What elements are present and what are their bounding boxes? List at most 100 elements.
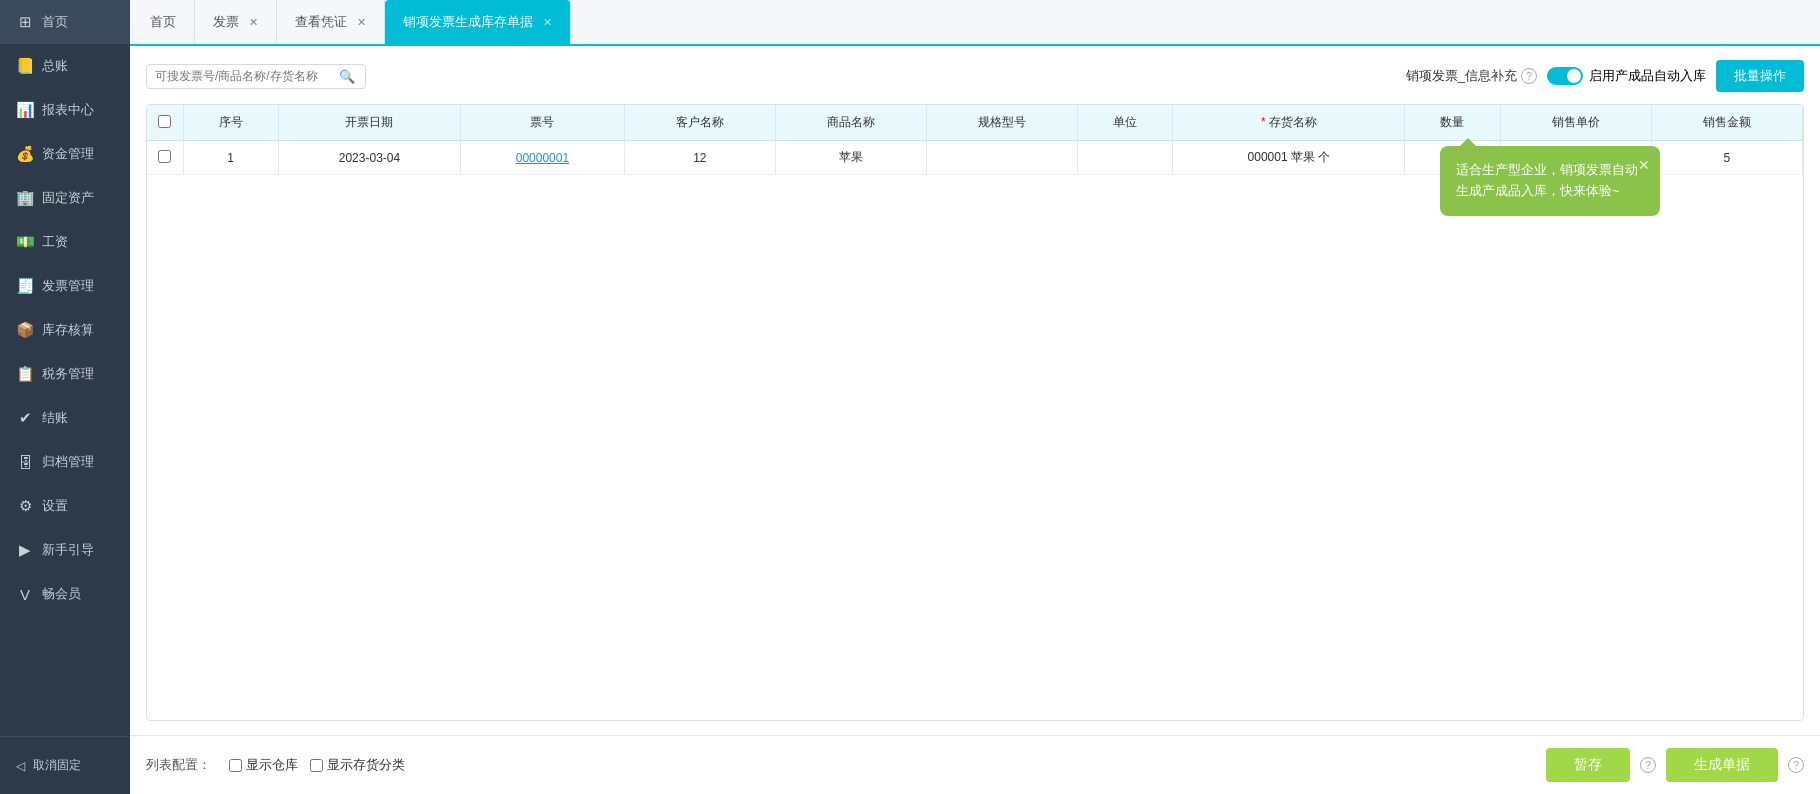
sidebar: ⊞ 首页 📒 总账 📊 报表中心 💰 资金管理 🏢 固定资产 💵 工资 🧾 发票… — [0, 0, 130, 794]
settlement-icon: ✔ — [16, 409, 34, 427]
tab-voucher[interactable]: 查看凭证 ✕ — [277, 0, 385, 44]
payroll-icon: 💵 — [16, 233, 34, 251]
tax-icon: 📋 — [16, 365, 34, 383]
sidebar-item-label: 发票管理 — [42, 277, 94, 295]
sidebar-item-vip[interactable]: V 畅会员 — [0, 572, 130, 616]
list-config: 列表配置： 显示仓库 显示存货分类 — [146, 756, 405, 774]
sidebar-item-settings[interactable]: ⚙ 设置 — [0, 484, 130, 528]
show-warehouse-label[interactable]: 显示仓库 — [229, 756, 298, 774]
save-button[interactable]: 暂存 — [1546, 748, 1630, 782]
unpin-button[interactable]: ◁ 取消固定 — [0, 747, 130, 784]
save-info-icon[interactable]: ? — [1640, 757, 1656, 773]
show-category-checkbox[interactable] — [310, 759, 323, 772]
batch-button[interactable]: 批量操作 — [1716, 60, 1804, 92]
show-warehouse-text: 显示仓库 — [246, 756, 298, 774]
tab-invoice-close[interactable]: ✕ — [249, 16, 258, 29]
settings-icon: ⚙ — [16, 497, 34, 515]
col-checkbox — [147, 105, 183, 141]
sidebar-item-inventory[interactable]: 📦 库存核算 — [0, 308, 130, 352]
sidebar-item-label: 工资 — [42, 233, 68, 251]
sidebar-item-report[interactable]: 📊 报表中心 — [0, 88, 130, 132]
sidebar-item-home[interactable]: ⊞ 首页 — [0, 0, 130, 44]
info-label: 销项发票_信息补充 ? — [1406, 67, 1537, 85]
toolbar-left: 🔍 — [146, 64, 366, 89]
cell-number[interactable]: 00000001 — [461, 141, 625, 175]
tooltip-text: 适合生产型企业，销项发票自动生成产成品入库，快来体验~ — [1456, 162, 1638, 198]
info-icon[interactable]: ? — [1521, 68, 1537, 84]
auto-warehouse-toggle[interactable] — [1547, 67, 1583, 85]
tab-bar: 首页 发票 ✕ 查看凭证 ✕ 销项发票生成库存单据 ✕ — [130, 0, 1820, 46]
show-category-text: 显示存货分类 — [327, 756, 405, 774]
tab-invoice-label: 发票 — [213, 13, 239, 31]
tooltip-close-button[interactable]: ✕ — [1638, 154, 1650, 176]
show-category-label[interactable]: 显示存货分类 — [310, 756, 405, 774]
sidebar-item-label: 设置 — [42, 497, 68, 515]
sidebar-item-payroll[interactable]: 💵 工资 — [0, 220, 130, 264]
info-label-text: 销项发票_信息补充 — [1406, 67, 1517, 85]
invoice-icon: 🧾 — [16, 277, 34, 295]
cell-amount: 5 — [1651, 141, 1802, 175]
main-area: 首页 发票 ✕ 查看凭证 ✕ 销项发票生成库存单据 ✕ 🔍 — [130, 0, 1820, 794]
sidebar-item-label: 归档管理 — [42, 453, 94, 471]
toggle-label: 启用产成品自动入库 — [1589, 67, 1706, 85]
cell-date: 2023-03-04 — [278, 141, 460, 175]
report-icon: 📊 — [16, 101, 34, 119]
sidebar-item-invoice-mgr[interactable]: 🧾 发票管理 — [0, 264, 130, 308]
tab-voucher-label: 查看凭证 — [295, 13, 347, 31]
sidebar-item-label: 新手引导 — [42, 541, 94, 559]
sidebar-item-funds[interactable]: 💰 资金管理 — [0, 132, 130, 176]
col-date: 开票日期 — [278, 105, 460, 141]
select-all-checkbox[interactable] — [158, 115, 171, 128]
unpin-label: 取消固定 — [33, 757, 81, 774]
sidebar-bottom: ◁ 取消固定 — [0, 736, 130, 794]
sidebar-item-label: 税务管理 — [42, 365, 94, 383]
sidebar-item-guide[interactable]: ▶ 新手引导 — [0, 528, 130, 572]
cell-unit — [1078, 141, 1173, 175]
cell-customer: 12 — [624, 141, 775, 175]
tab-return-invoice-label: 销项发票生成库存单据 — [403, 13, 533, 31]
col-qty: 数量 — [1405, 105, 1500, 141]
home-icon: ⊞ — [16, 13, 34, 31]
row-checkbox-cell[interactable] — [147, 141, 183, 175]
tab-return-invoice[interactable]: 销项发票生成库存单据 ✕ — [385, 0, 571, 44]
funds-icon: 💰 — [16, 145, 34, 163]
search-wrap[interactable]: 🔍 — [146, 64, 366, 89]
sidebar-item-assets[interactable]: 🏢 固定资产 — [0, 176, 130, 220]
sidebar-item-label: 报表中心 — [42, 101, 94, 119]
sidebar-item-label: 总账 — [42, 57, 68, 75]
toolbar: 🔍 销项发票_信息补充 ? 启用产成品自动入库 批量操作 — [146, 60, 1804, 92]
sidebar-item-label: 结账 — [42, 409, 68, 427]
cell-inventory[interactable]: 000001 苹果 个 — [1173, 141, 1405, 175]
col-amount: 销售金额 — [1651, 105, 1802, 141]
col-inventory: * 存货名称 — [1173, 105, 1405, 141]
content-area: 🔍 销项发票_信息补充 ? 启用产成品自动入库 批量操作 — [130, 46, 1820, 735]
col-customer: 客户名称 — [624, 105, 775, 141]
tab-return-invoice-close[interactable]: ✕ — [543, 16, 552, 29]
sidebar-item-tax[interactable]: 📋 税务管理 — [0, 352, 130, 396]
inventory-icon: 📦 — [16, 321, 34, 339]
config-label: 列表配置： — [146, 756, 211, 774]
unpin-icon: ◁ — [16, 759, 25, 773]
generate-button[interactable]: 生成单据 — [1666, 748, 1778, 782]
cell-seq: 1 — [183, 141, 278, 175]
show-warehouse-checkbox[interactable] — [229, 759, 242, 772]
sidebar-item-archive[interactable]: 🗄 归档管理 — [0, 440, 130, 484]
col-unit-price: 销售单价 — [1500, 105, 1651, 141]
generate-info-icon[interactable]: ? — [1788, 757, 1804, 773]
archive-icon: 🗄 — [16, 454, 34, 471]
tooltip-bubble: ✕ 适合生产型企业，销项发票自动生成产成品入库，快来体验~ — [1440, 146, 1660, 216]
tab-home-label: 首页 — [150, 13, 176, 31]
sidebar-item-ledger[interactable]: 📒 总账 — [0, 44, 130, 88]
row-checkbox[interactable] — [158, 150, 171, 163]
tab-home[interactable]: 首页 — [140, 0, 195, 44]
search-input[interactable] — [155, 69, 335, 83]
col-unit: 单位 — [1078, 105, 1173, 141]
tab-invoice[interactable]: 发票 ✕ — [195, 0, 277, 44]
bottom-bar: 列表配置： 显示仓库 显示存货分类 暂存 ? 生成单据 ? — [130, 735, 1820, 794]
ledger-icon: 📒 — [16, 57, 34, 75]
sidebar-item-label: 固定资产 — [42, 189, 94, 207]
sidebar-item-settlement[interactable]: ✔ 结账 — [0, 396, 130, 440]
tab-voucher-close[interactable]: ✕ — [357, 16, 366, 29]
col-seq: 序号 — [183, 105, 278, 141]
sidebar-item-label: 库存核算 — [42, 321, 94, 339]
